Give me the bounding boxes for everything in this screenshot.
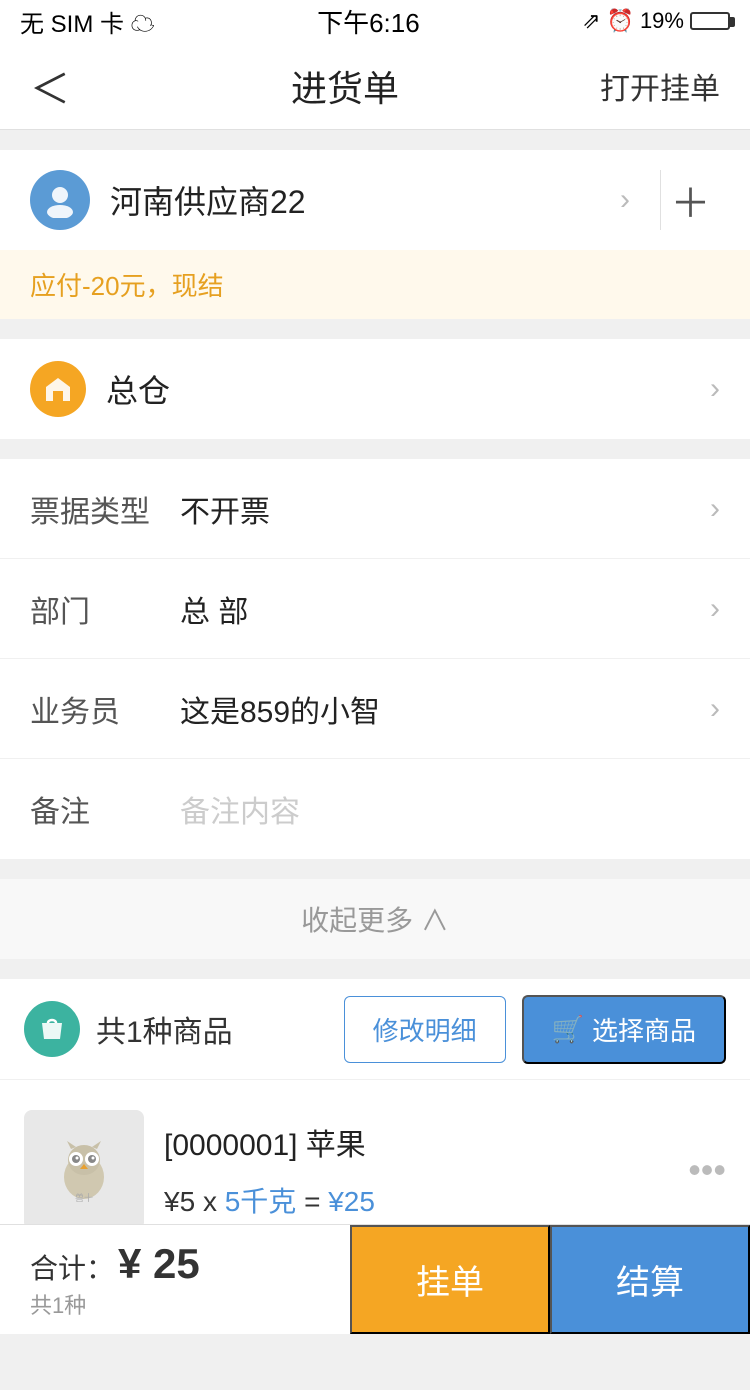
- product-multiply: x: [203, 1186, 225, 1217]
- total-area: 合计： ¥ 25 共1种: [0, 1225, 350, 1334]
- bottom-bar: 合计： ¥ 25 共1种 挂单 结算: [0, 1224, 750, 1334]
- supplier-avatar: [30, 170, 90, 230]
- collapse-button[interactable]: 收起更多 ∧: [0, 879, 750, 959]
- battery-icon: [690, 12, 730, 30]
- product-thumbnail: 兽十: [24, 1110, 144, 1230]
- total-amount: ¥ 25: [118, 1240, 200, 1288]
- cart-icon: 🛒: [552, 1014, 584, 1045]
- supplier-chevron-icon: ›: [620, 183, 630, 217]
- warehouse-icon: [30, 361, 86, 417]
- status-right: ⇗ ⏰ 19%: [582, 8, 730, 34]
- sim-text: 无 SIM 卡 ☁: [20, 4, 155, 39]
- product-more-button[interactable]: •••: [688, 1149, 726, 1191]
- dept-value: 总 部: [160, 587, 710, 631]
- nav-bar: ＜ 进货单 打开挂单: [0, 42, 750, 130]
- hang-button[interactable]: 挂单: [350, 1225, 550, 1334]
- product-info: [0000001] 苹果 ¥5 x 5千克 = ¥25: [164, 1120, 668, 1220]
- product-name: [0000001] 苹果: [164, 1120, 668, 1164]
- staff-value: 这是859的小智: [160, 687, 710, 731]
- product-count-text: 共1种商品: [96, 1007, 328, 1051]
- svg-text:兽十: 兽十: [75, 1192, 93, 1203]
- page-title: 进货单: [291, 60, 399, 112]
- invoice-row[interactable]: 票据类型 不开票 ›: [0, 459, 750, 559]
- product-qty: 5千克: [225, 1186, 297, 1217]
- more-dots-icon: •••: [688, 1149, 726, 1191]
- warehouse-row[interactable]: 总仓 ›: [0, 339, 750, 439]
- status-left: 无 SIM 卡 ☁: [20, 4, 155, 39]
- invoice-chevron-icon: ›: [710, 492, 720, 526]
- warehouse-name: 总仓: [106, 366, 690, 412]
- status-bar: 无 SIM 卡 ☁ 下午6:16 ⇗ ⏰ 19%: [0, 0, 750, 42]
- total-count: 共1种: [30, 1288, 320, 1320]
- add-supplier-button[interactable]: ＋: [660, 170, 720, 230]
- owl-logo-icon: 兽十: [44, 1130, 124, 1210]
- dept-label: 部门: [30, 587, 160, 631]
- back-button[interactable]: ＜: [30, 57, 90, 115]
- dept-row[interactable]: 部门 总 部 ›: [0, 559, 750, 659]
- form-section: 票据类型 不开票 › 部门 总 部 › 业务员 这是859的小智 › 备注 备注…: [0, 459, 750, 859]
- staff-label: 业务员: [30, 687, 160, 731]
- remark-input[interactable]: 备注内容: [160, 787, 720, 831]
- location-icon: ⇗: [582, 8, 600, 34]
- staff-chevron-icon: ›: [710, 692, 720, 726]
- product-bag-icon: [24, 1001, 80, 1057]
- product-header: 共1种商品 修改明细 🛒 选择商品: [0, 979, 750, 1079]
- product-price: ¥5: [164, 1186, 195, 1217]
- invoice-value: 不开票: [160, 487, 710, 531]
- product-equals: =: [304, 1186, 328, 1217]
- battery-text: 19%: [640, 8, 684, 34]
- collapse-text: 收起更多 ∧: [301, 899, 449, 939]
- total-label: 合计：: [30, 1247, 114, 1287]
- gap-1: [0, 130, 750, 150]
- time-text: 下午6:16: [317, 3, 420, 40]
- supplier-name: 河南供应商22: [110, 177, 600, 223]
- select-product-label: 选择商品: [592, 1011, 696, 1048]
- select-product-button[interactable]: 🛒 选择商品: [522, 995, 726, 1064]
- invoice-label: 票据类型: [30, 487, 160, 531]
- open-hang-button[interactable]: 打开挂单: [600, 64, 720, 108]
- checkout-button[interactable]: 结算: [550, 1225, 750, 1334]
- dept-chevron-icon: ›: [710, 592, 720, 626]
- supplier-row[interactable]: 河南供应商22 › ＋: [0, 150, 750, 250]
- product-total: ¥25: [328, 1186, 375, 1217]
- remark-label: 备注: [30, 787, 160, 831]
- notice-bar: 应付-20元，现结: [0, 250, 750, 319]
- alarm-icon: ⏰: [607, 8, 634, 34]
- product-detail: ¥5 x 5千克 = ¥25: [164, 1180, 668, 1220]
- remark-row[interactable]: 备注 备注内容: [0, 759, 750, 859]
- warehouse-chevron-icon: ›: [710, 372, 720, 406]
- edit-detail-button[interactable]: 修改明细: [344, 996, 506, 1063]
- staff-row[interactable]: 业务员 这是859的小智 ›: [0, 659, 750, 759]
